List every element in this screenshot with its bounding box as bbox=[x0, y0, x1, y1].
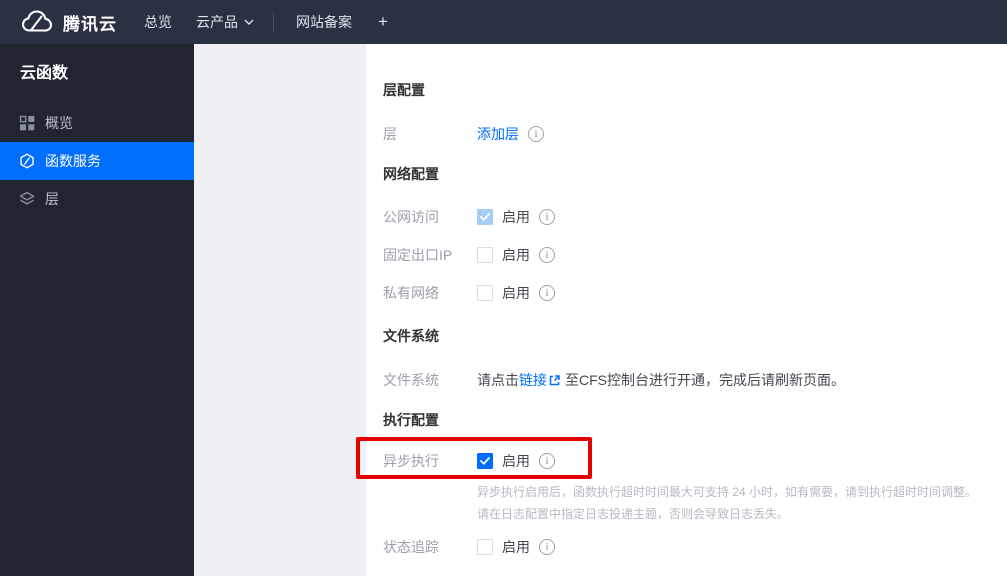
add-layer-link[interactable]: 添加层 bbox=[477, 124, 519, 144]
field-label-filesystem: 文件系统 bbox=[383, 372, 439, 388]
description-line-1: 异步执行启用后，函数执行超时时间最大可支持 24 小时，如有需要，请到执行超时时… bbox=[477, 485, 978, 499]
cloud-logo-icon bbox=[21, 10, 53, 32]
enable-label: 启用 bbox=[502, 285, 530, 301]
info-icon[interactable]: i bbox=[539, 247, 555, 263]
public-access-checkbox bbox=[477, 209, 493, 225]
description-line-2: 请在日志配置中指定日志投递主题，否则会导致日志丢失。 bbox=[477, 507, 790, 521]
enable-label: 启用 bbox=[502, 453, 530, 469]
chevron-down-icon bbox=[244, 19, 254, 25]
info-icon[interactable]: i bbox=[539, 285, 555, 301]
layers-icon bbox=[19, 191, 35, 207]
cfs-console-link[interactable]: 链接 bbox=[519, 370, 547, 390]
form-row-public-access: 公网访问 启用 i bbox=[383, 206, 1007, 228]
async-execution-checkbox[interactable] bbox=[477, 453, 493, 469]
field-label-status-tracing: 状态追踪 bbox=[383, 539, 439, 555]
info-icon[interactable]: i bbox=[539, 453, 555, 469]
sidebar-item-label: 概览 bbox=[45, 115, 73, 131]
status-tracing-checkbox[interactable] bbox=[477, 539, 493, 555]
sidebar-title: 云函数 bbox=[20, 65, 69, 82]
form-row-vpc: 私有网络 启用 i bbox=[383, 282, 1007, 304]
vpc-checkbox[interactable] bbox=[477, 285, 493, 301]
function-icon bbox=[19, 153, 35, 169]
field-label-public-access: 公网访问 bbox=[383, 209, 439, 225]
sidebar-item-overview[interactable]: 概览 bbox=[0, 104, 194, 142]
enable-label: 启用 bbox=[502, 247, 530, 263]
info-icon[interactable]: i bbox=[528, 126, 544, 142]
form-row-fixed-ip: 固定出口IP 启用 i bbox=[383, 244, 1007, 266]
sidebar-menu: 概览 函数服务 层 bbox=[0, 104, 194, 218]
nav-add-tab-button[interactable]: + bbox=[378, 12, 388, 32]
filesystem-hint-after: 至CFS控制台进行开通，完成后请刷新页面。 bbox=[565, 372, 845, 388]
sidebar-item-function-service[interactable]: 函数服务 bbox=[0, 142, 194, 180]
external-link-icon bbox=[548, 374, 561, 387]
form-row-status-tracing: 状态追踪 启用 i bbox=[383, 536, 1007, 558]
form-row-filesystem: 文件系统 请点击 链接 至CFS控制台进行开通，完成后请刷新页面。 bbox=[383, 370, 1007, 390]
nav-cloud-products-label: 云产品 bbox=[196, 14, 238, 30]
tencent-cloud-logo[interactable]: 腾讯云 bbox=[20, 9, 117, 35]
secondary-panel bbox=[194, 44, 366, 576]
field-label-layer: 层 bbox=[383, 126, 397, 142]
enable-label: 启用 bbox=[502, 209, 530, 225]
section-title-network-config: 网络配置 bbox=[383, 166, 439, 182]
section-title-layer-config: 层配置 bbox=[383, 82, 425, 98]
form-row-layer: 层 添加层 i bbox=[383, 124, 1007, 144]
info-icon[interactable]: i bbox=[539, 539, 555, 555]
sidebar-item-label: 函数服务 bbox=[45, 153, 101, 169]
sidebar-item-label: 层 bbox=[45, 191, 59, 207]
settings-form: 层配置 层 添加层 i 网络配置 公网访问 启用 i 固定出口IP 启用 i 私… bbox=[366, 44, 1007, 576]
section-title-execution-config: 执行配置 bbox=[383, 412, 439, 428]
sidebar: 云函数 概览 函数服务 层 bbox=[0, 44, 194, 576]
top-navbar: 腾讯云 总览 云产品 网站备案 + bbox=[0, 0, 1007, 44]
field-label-fixed-ip: 固定出口IP bbox=[383, 247, 453, 263]
enable-label: 启用 bbox=[502, 539, 530, 555]
form-row-async-execution: 异步执行 启用 i bbox=[383, 450, 1007, 472]
field-label-vpc: 私有网络 bbox=[383, 285, 439, 301]
nav-divider bbox=[273, 13, 274, 31]
nav-cloud-products[interactable]: 云产品 bbox=[196, 12, 254, 32]
filesystem-hint-before: 请点击 bbox=[477, 372, 519, 388]
fixed-ip-checkbox[interactable] bbox=[477, 247, 493, 263]
async-execution-description: 异步执行启用后，函数执行超时时间最大可支持 24 小时，如有需要，请到执行超时时… bbox=[477, 481, 1007, 525]
field-label-async-execution: 异步执行 bbox=[383, 453, 439, 469]
section-title-filesystem: 文件系统 bbox=[383, 328, 439, 344]
info-icon[interactable]: i bbox=[539, 209, 555, 225]
brand-name: 腾讯云 bbox=[63, 14, 117, 34]
grid-icon bbox=[19, 115, 35, 131]
nav-icp-filing[interactable]: 网站备案 bbox=[296, 12, 352, 32]
nav-overview[interactable]: 总览 bbox=[144, 12, 172, 32]
sidebar-item-layers[interactable]: 层 bbox=[0, 180, 194, 218]
